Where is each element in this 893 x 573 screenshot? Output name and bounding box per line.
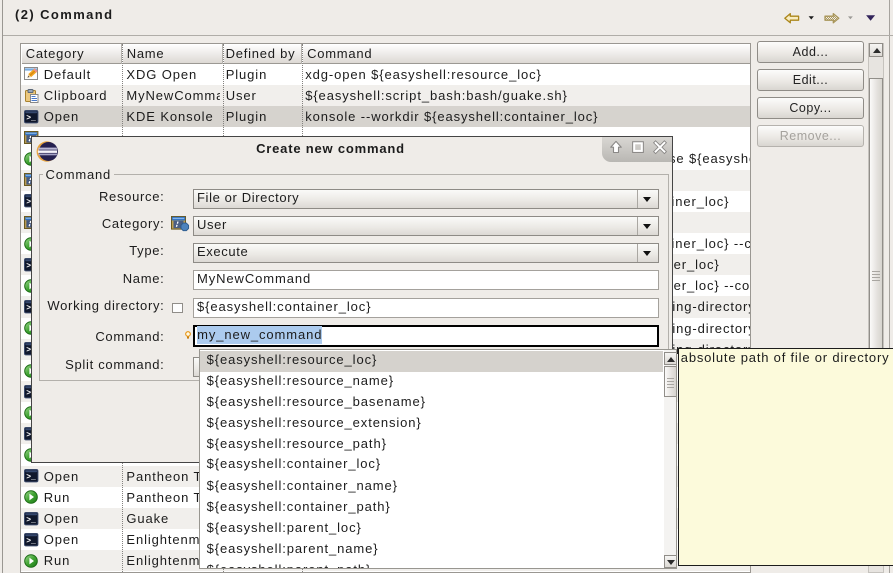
svg-text:>_: >_ [27,537,37,546]
svg-text:>_: >_ [27,516,37,525]
svg-text:>_: >_ [27,473,37,482]
svg-text:>_: >_ [27,114,37,123]
